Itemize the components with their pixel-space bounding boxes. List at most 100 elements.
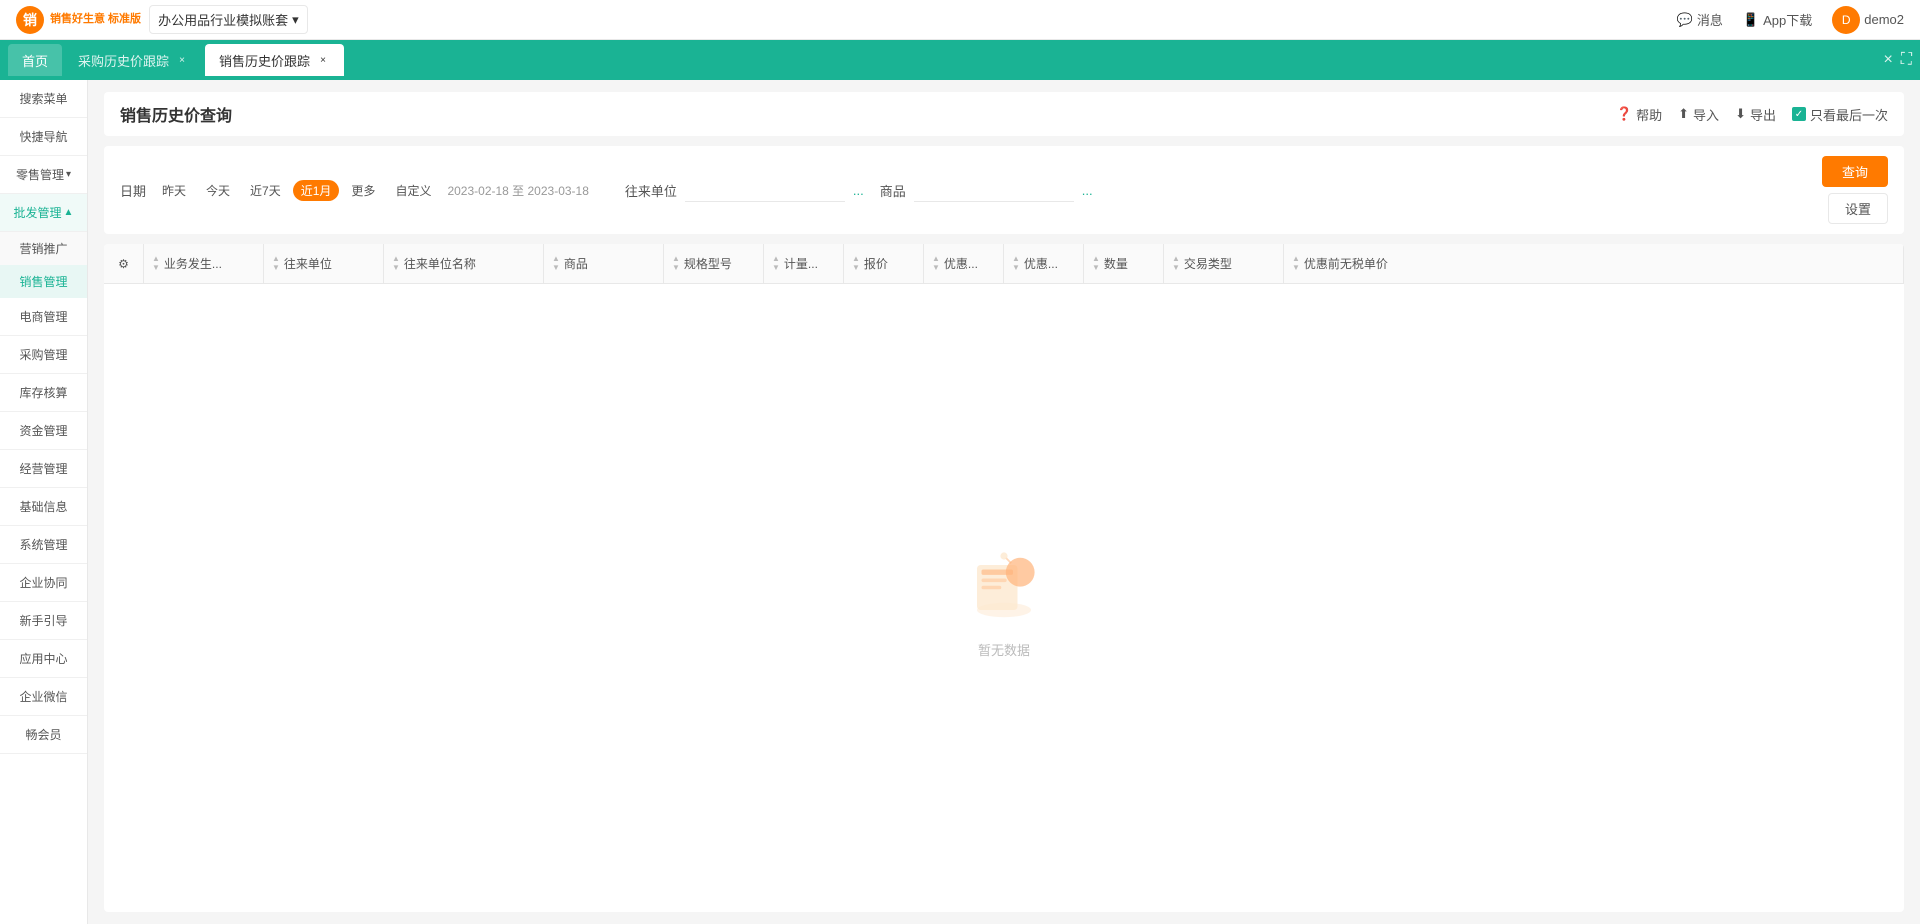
partner-input[interactable] <box>685 178 845 202</box>
date-btn-yesterday[interactable]: 昨天 <box>154 180 194 201</box>
phone-icon: 📱 <box>1743 12 1759 28</box>
date-range-display: 2023-02-18 至 2023-03-18 <box>447 182 588 199</box>
sidebar-item-search-menu[interactable]: 搜索菜单 <box>0 80 87 118</box>
app-download-label: App下载 <box>1763 10 1812 29</box>
export-label: 导出 <box>1750 105 1776 124</box>
th-spec[interactable]: ▲ ▼ 规格型号 <box>664 244 764 283</box>
user-action[interactable]: D demo2 <box>1832 6 1904 34</box>
th-unit-code[interactable]: ▲ ▼ 往来单位 <box>264 244 384 283</box>
th-product-sort[interactable]: ▲ ▼ <box>552 255 560 272</box>
date-btn-today[interactable]: 今天 <box>198 180 238 201</box>
sidebar-item-finance[interactable]: 资金管理 <box>0 412 87 450</box>
close-all-tabs-icon[interactable]: × <box>1883 51 1892 69</box>
tab-home[interactable]: 首页 <box>8 44 62 76</box>
tab-bar: 首页 采购历史价跟踪 × 销售历史价跟踪 × × ⛶ <box>0 40 1920 80</box>
last-only-label: 只看最后一次 <box>1810 105 1888 124</box>
th-qty-sort[interactable]: ▲ ▼ <box>1092 255 1100 272</box>
th-biz-sort[interactable]: ▲ ▼ <box>152 255 160 272</box>
th-discount1[interactable]: ▲ ▼ 优惠... <box>924 244 1004 283</box>
tab-bar-controls: × ⛶ <box>1883 51 1912 69</box>
close-purchase-history-icon[interactable]: × <box>175 53 189 67</box>
th-unit-sort[interactable]: ▲ ▼ <box>272 255 280 272</box>
th-trade-sort[interactable]: ▲ ▼ <box>1172 255 1180 272</box>
search-menu-label: 搜索菜单 <box>19 90 67 107</box>
empty-text: 暂无数据 <box>978 640 1030 659</box>
system-mgmt-label: 系统管理 <box>19 536 67 553</box>
th-quote[interactable]: ▲ ▼ 报价 <box>844 244 924 283</box>
th-product[interactable]: ▲ ▼ 商品 <box>544 244 664 283</box>
app-download-action[interactable]: 📱 App下载 <box>1743 10 1812 29</box>
message-action[interactable]: 💬 消息 <box>1677 10 1723 29</box>
th-unit-meas-sort[interactable]: ▲ ▼ <box>772 255 780 272</box>
sidebar-item-sales-mgmt[interactable]: 销售管理 <box>0 265 87 298</box>
sales-history-tab-label: 销售历史价跟踪 <box>219 51 310 70</box>
marketing-label: 营销推广 <box>19 242 67 256</box>
tab-sales-history[interactable]: 销售历史价跟踪 × <box>205 44 344 76</box>
member-label: 畅会员 <box>25 726 61 743</box>
th-unit-meas[interactable]: ▲ ▼ 计量... <box>764 244 844 283</box>
sidebar-item-retail-mgmt[interactable]: 零售管理 ▾ <box>0 156 87 194</box>
th-unit-name-label: 往来单位名称 <box>404 255 476 272</box>
sidebar-item-enterprise-collab[interactable]: 企业协同 <box>0 564 87 602</box>
date-btn-more[interactable]: 更多 <box>343 180 383 201</box>
sidebar-item-purchase-mgmt[interactable]: 采购管理 <box>0 336 87 374</box>
date-filter-group: 日期 昨天 今天 近7天 近1月 更多 自定义 <box>120 180 439 201</box>
sidebar-item-basic-info[interactable]: 基础信息 <box>0 488 87 526</box>
th-product-label: 商品 <box>564 255 588 272</box>
th-no-tax-price[interactable]: ▲ ▼ 优惠前无税单价 <box>1284 244 1904 283</box>
gear-icon: ⚙ <box>118 257 129 271</box>
sidebar-item-quick-nav[interactable]: 快捷导航 <box>0 118 87 156</box>
close-sales-history-icon[interactable]: × <box>316 53 330 67</box>
sidebar-item-app-center[interactable]: 应用中心 <box>0 640 87 678</box>
last-only-checkbox-area[interactable]: ✓ 只看最后一次 <box>1792 105 1888 124</box>
th-unit-name-sort[interactable]: ▲ ▼ <box>392 255 400 272</box>
content-area: 销售历史价查询 ❓ 帮助 ⬆ 导入 ⬇ 导出 ✓ <box>88 80 1920 924</box>
sidebar-item-system-mgmt[interactable]: 系统管理 <box>0 526 87 564</box>
query-button[interactable]: 查询 <box>1822 156 1888 187</box>
th-discount2[interactable]: ▲ ▼ 优惠... <box>1004 244 1084 283</box>
avatar: D <box>1832 6 1860 34</box>
product-dots[interactable]: ... <box>1082 183 1093 198</box>
th-spec-label: 规格型号 <box>684 255 732 272</box>
retail-mgmt-label: 零售管理 <box>16 166 64 183</box>
settings-button[interactable]: 设置 <box>1828 193 1888 224</box>
sidebar-item-enterprise-wechat[interactable]: 企业微信 <box>0 678 87 716</box>
th-qty[interactable]: ▲ ▼ 数量 <box>1084 244 1164 283</box>
sidebar-item-new-guide[interactable]: 新手引导 <box>0 602 87 640</box>
th-discount1-sort[interactable]: ▲ ▼ <box>932 255 940 272</box>
th-no-tax-sort[interactable]: ▲ ▼ <box>1292 255 1300 272</box>
date-btn-custom[interactable]: 自定义 <box>387 180 439 201</box>
date-btn-last7days[interactable]: 近7天 <box>242 180 289 201</box>
fullscreen-icon[interactable]: ⛶ <box>1901 51 1912 69</box>
sidebar-item-wholesale-mgmt[interactable]: 批发管理 ▲ <box>0 194 87 232</box>
help-action[interactable]: ❓ 帮助 <box>1616 105 1662 124</box>
company-selector[interactable]: 办公用品行业模拟账套 ▾ <box>149 5 308 34</box>
ecommerce-label: 电商管理 <box>19 308 67 325</box>
product-input[interactable] <box>914 178 1074 202</box>
sidebar-item-inventory[interactable]: 库存核算 <box>0 374 87 412</box>
partner-filter-label: 往来单位 <box>625 181 677 200</box>
partner-dots[interactable]: ... <box>853 183 864 198</box>
th-spec-sort[interactable]: ▲ ▼ <box>672 255 680 272</box>
sidebar-item-marketing[interactable]: 营销推广 <box>0 232 87 265</box>
th-qty-label: 数量 <box>1104 255 1128 272</box>
tab-purchase-history[interactable]: 采购历史价跟踪 × <box>64 44 203 76</box>
sidebar-item-operations[interactable]: 经营管理 <box>0 450 87 488</box>
th-quote-sort[interactable]: ▲ ▼ <box>852 255 860 272</box>
sidebar-item-ecommerce[interactable]: 电商管理 <box>0 298 87 336</box>
sidebar-item-member[interactable]: 畅会员 <box>0 716 87 754</box>
page-header-actions: ❓ 帮助 ⬆ 导入 ⬇ 导出 ✓ 只看最后一次 <box>1616 105 1888 124</box>
th-settings[interactable]: ⚙ <box>104 244 144 283</box>
last-only-checkbox[interactable]: ✓ <box>1792 107 1806 121</box>
th-no-tax-label: 优惠前无税单价 <box>1304 255 1388 272</box>
th-discount2-sort[interactable]: ▲ ▼ <box>1012 255 1020 272</box>
th-unit-name[interactable]: ▲ ▼ 往来单位名称 <box>384 244 544 283</box>
th-unit-code-label: 往来单位 <box>284 255 332 272</box>
th-biz-date[interactable]: ▲ ▼ 业务发生... <box>144 244 264 283</box>
th-trade-type[interactable]: ▲ ▼ 交易类型 <box>1164 244 1284 283</box>
import-action[interactable]: ⬆ 导入 <box>1678 105 1719 124</box>
enterprise-collab-label: 企业协同 <box>19 574 67 591</box>
company-name: 办公用品行业模拟账套 <box>158 10 288 29</box>
date-btn-last1month[interactable]: 近1月 <box>293 180 340 201</box>
export-action[interactable]: ⬇ 导出 <box>1735 105 1776 124</box>
